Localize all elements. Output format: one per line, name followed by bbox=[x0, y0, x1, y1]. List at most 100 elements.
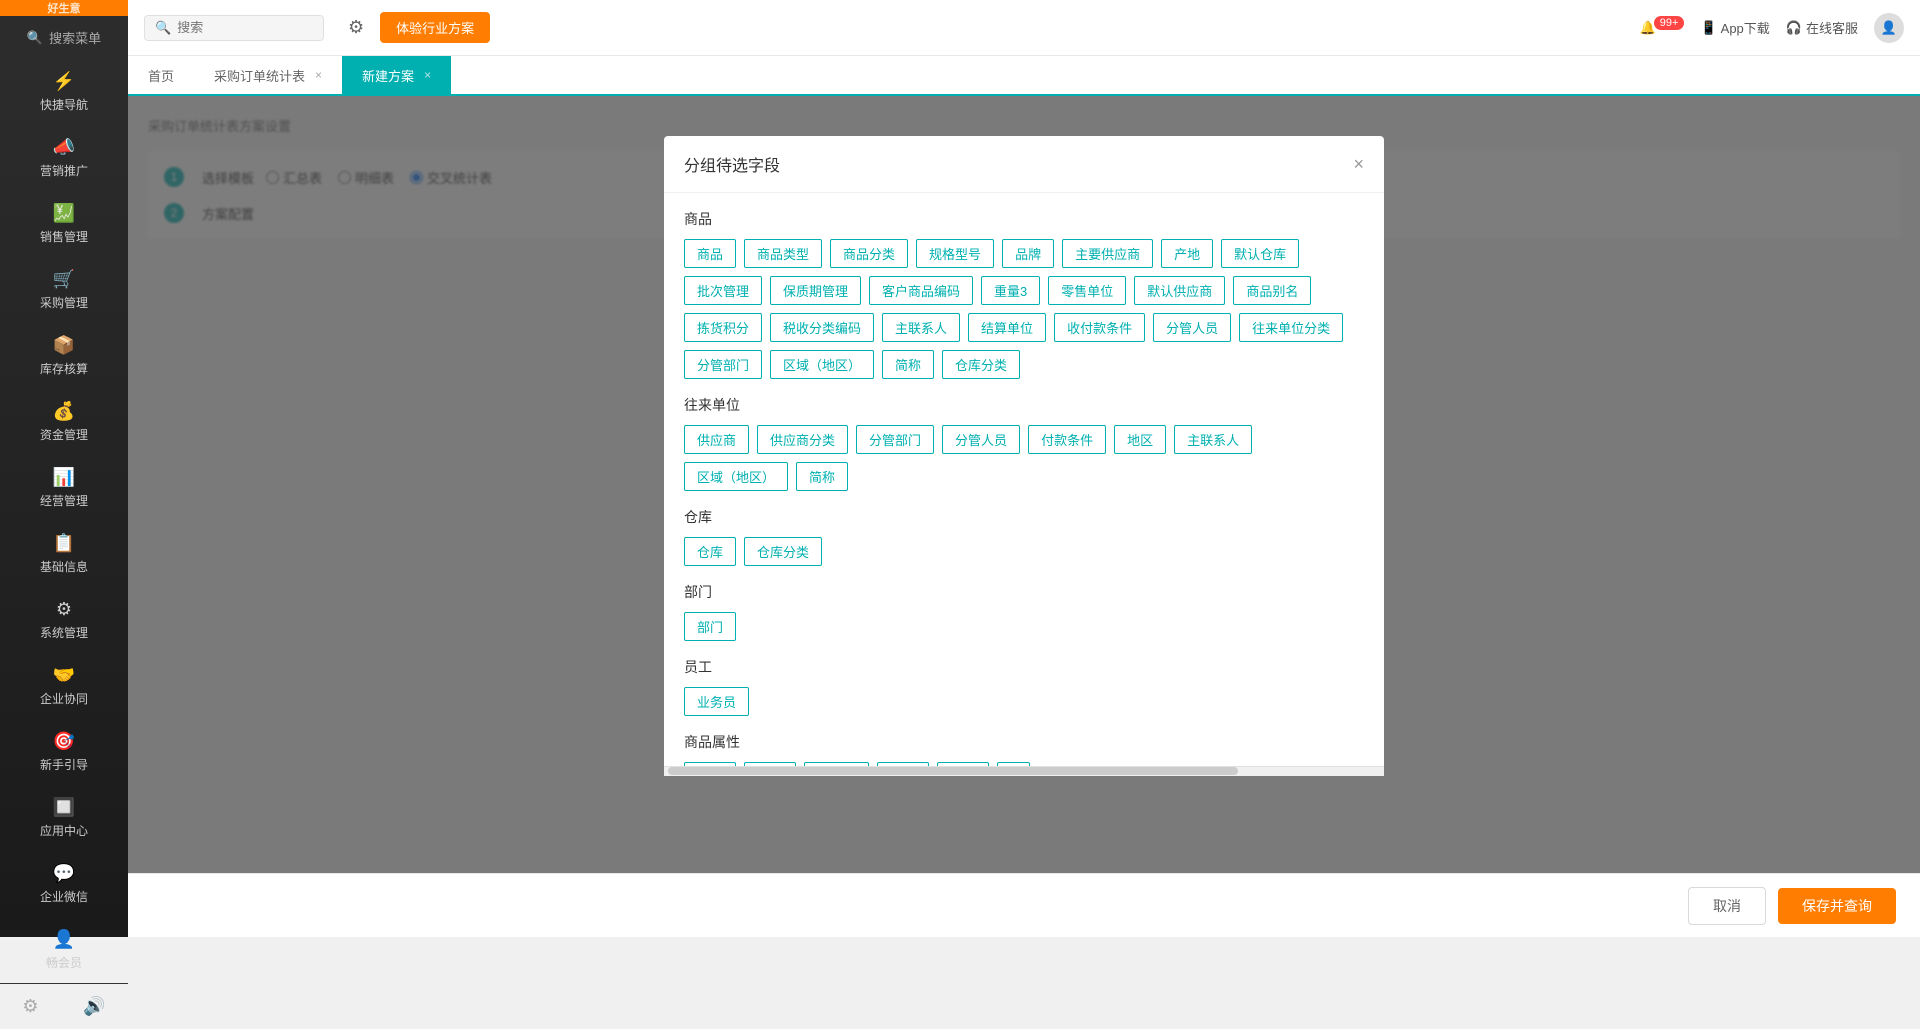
field-tag[interactable]: 区域（地区） bbox=[684, 462, 788, 491]
sidebar-item-finance[interactable]: 💰 资金管理 bbox=[0, 389, 128, 455]
field-tag[interactable]: 付款条件 bbox=[1028, 425, 1106, 454]
sidebar-item-member[interactable]: 👤 畅会员 bbox=[0, 917, 128, 983]
field-tag[interactable]: 仓库分类 bbox=[942, 350, 1020, 379]
sidebar-item-marketing[interactable]: 📣 营销推广 bbox=[0, 125, 128, 191]
inventory-icon: 📦 bbox=[53, 335, 75, 356]
sidebar-item-inventory[interactable]: 📦 库存核算 bbox=[0, 323, 128, 389]
department-field-tags: 部门 bbox=[684, 612, 1364, 641]
field-tag[interactable]: 品牌 bbox=[1002, 239, 1054, 268]
search-input[interactable] bbox=[177, 20, 297, 35]
modal-body[interactable]: 商品 商品 商品类型 商品分类 规格型号 品牌 主要供应商 产地 默认仓库 批次… bbox=[664, 193, 1384, 766]
save-and-query-button[interactable]: 保存并查询 bbox=[1778, 888, 1896, 924]
field-group-product-attrs-title: 商品属性 bbox=[684, 732, 1364, 752]
operations-icon: 📊 bbox=[53, 467, 75, 488]
gear-icon[interactable]: ⚙ bbox=[348, 17, 364, 38]
sidebar-item-label: 系统管理 bbox=[40, 624, 88, 641]
sidebar-item-sales[interactable]: 💹 销售管理 bbox=[0, 191, 128, 257]
field-tag[interactable]: 主联系人 bbox=[882, 313, 960, 342]
field-tag[interactable]: 收付款条件 bbox=[1054, 313, 1145, 342]
field-tag[interactable]: 结算单位 bbox=[968, 313, 1046, 342]
topbar-search-box[interactable]: 🔍 bbox=[144, 15, 324, 41]
employee-field-tags: 业务员 bbox=[684, 687, 1364, 716]
field-tag[interactable]: 重量3 bbox=[981, 276, 1040, 305]
sidebar-item-label: 营销推广 bbox=[40, 162, 88, 179]
field-tag[interactable]: 供应商 bbox=[684, 425, 749, 454]
sidebar-item-operations[interactable]: 📊 经营管理 bbox=[0, 455, 128, 521]
field-tag[interactable]: 地区 bbox=[1114, 425, 1166, 454]
field-tag[interactable]: 税收分类编码 bbox=[770, 313, 874, 342]
field-tag[interactable]: 分管部门 bbox=[684, 350, 762, 379]
field-tag[interactable]: 主联系人 bbox=[1174, 425, 1252, 454]
settings-bottom-icon[interactable]: ⚙ bbox=[22, 996, 38, 1017]
sidebar-item-label: 采购管理 bbox=[40, 294, 88, 311]
sidebar-item-system[interactable]: ⚙ 系统管理 bbox=[0, 587, 128, 653]
field-tag[interactable]: 规格型号 bbox=[916, 239, 994, 268]
sidebar-item-quick-nav[interactable]: ⚡ 快捷导航 bbox=[0, 59, 128, 125]
sidebar-item-wechat[interactable]: 💬 企业微信 bbox=[0, 851, 128, 917]
sidebar-item-label: 快捷导航 bbox=[40, 96, 88, 113]
notification-group[interactable]: 🔔 99+ bbox=[1640, 20, 1685, 36]
field-tag[interactable]: 保质期管理 bbox=[770, 276, 861, 305]
field-tag[interactable]: 主要供应商 bbox=[1062, 239, 1153, 268]
field-tag[interactable]: 简称 bbox=[796, 462, 848, 491]
field-tag[interactable]: 产地 bbox=[1161, 239, 1213, 268]
cancel-button[interactable]: 取消 bbox=[1688, 887, 1766, 925]
field-tag[interactable]: 区域（地区） bbox=[770, 350, 874, 379]
field-selection-modal: 分组待选字段 × 商品 商品 商品类型 商品分类 规格型号 品 bbox=[664, 136, 1384, 776]
tab-new-plan-close[interactable]: × bbox=[424, 68, 431, 82]
tab-purchase-stats-close[interactable]: × bbox=[315, 68, 322, 82]
tab-new-plan[interactable]: 新建方案 × bbox=[342, 56, 451, 95]
tab-home[interactable]: 首页 bbox=[128, 56, 194, 95]
modal-close-button[interactable]: × bbox=[1353, 154, 1364, 175]
sidebar-search-menu[interactable]: 🔍 搜索菜单 bbox=[27, 16, 101, 59]
sales-icon: 💹 bbox=[53, 203, 75, 224]
field-tag[interactable]: 部门 bbox=[684, 612, 736, 641]
field-tag[interactable]: 分管人员 bbox=[942, 425, 1020, 454]
field-tag[interactable]: 商品类型 bbox=[744, 239, 822, 268]
app-download-group[interactable]: 📱 App下载 bbox=[1700, 18, 1769, 37]
sidebar-item-app-center[interactable]: 🔲 应用中心 bbox=[0, 785, 128, 851]
wechat-icon: 💬 bbox=[53, 863, 75, 884]
mobile-icon: 📱 bbox=[1700, 20, 1716, 36]
search-icon: 🔍 bbox=[27, 30, 43, 46]
sidebar-bottom: ⚙ 🔊 bbox=[0, 983, 128, 1029]
field-tag[interactable]: 仓库分类 bbox=[744, 537, 822, 566]
search-menu-label: 搜索菜单 bbox=[49, 28, 101, 47]
logo-main: 好生意 bbox=[48, 0, 81, 16]
tab-purchase-stats[interactable]: 采购订单统计表 × bbox=[194, 56, 342, 95]
content-area: 采购订单统计表方案设置 1 选择模板 汇总表 明细表 交叉统计表 2 方案配置 bbox=[128, 96, 1920, 873]
sidebar-item-collab[interactable]: 🤝 企业协同 bbox=[0, 653, 128, 719]
field-tag[interactable]: 默认仓库 bbox=[1221, 239, 1299, 268]
online-service-group[interactable]: 🎧 在线客服 bbox=[1786, 18, 1858, 37]
sidebar: 好生意 🔍 搜索菜单 ⚡ 快捷导航 📣 营销推广 💹 销售管理 🛒 采购管理 bbox=[0, 0, 128, 937]
field-tag[interactable]: 客户商品编码 bbox=[869, 276, 973, 305]
field-tag[interactable]: 分管人员 bbox=[1153, 313, 1231, 342]
field-tag[interactable]: 默认供应商 bbox=[1134, 276, 1225, 305]
sidebar-item-purchase[interactable]: 🛒 采购管理 bbox=[0, 257, 128, 323]
field-tag[interactable]: 零售单位 bbox=[1048, 276, 1126, 305]
field-tag[interactable]: 批次管理 bbox=[684, 276, 762, 305]
sidebar-item-label: 应用中心 bbox=[40, 822, 88, 839]
field-group-employee: 员工 业务员 bbox=[684, 657, 1364, 716]
member-icon: 👤 bbox=[53, 929, 75, 950]
field-tag[interactable]: 商品分类 bbox=[830, 239, 908, 268]
audio-icon[interactable]: 🔊 bbox=[83, 996, 105, 1017]
experience-btn[interactable]: 体验行业方案 bbox=[380, 12, 490, 43]
field-tag[interactable]: 分管部门 bbox=[856, 425, 934, 454]
sidebar-item-basic-info[interactable]: 📋 基础信息 bbox=[0, 521, 128, 587]
field-tag[interactable]: 拣货积分 bbox=[684, 313, 762, 342]
user-avatar[interactable]: 👤 bbox=[1874, 13, 1904, 43]
field-group-partner: 往来单位 供应商 供应商分类 分管部门 分管人员 付款条件 地区 主联系人 区域… bbox=[684, 395, 1364, 491]
finance-icon: 💰 bbox=[53, 401, 75, 422]
field-tag[interactable]: 商品 bbox=[684, 239, 736, 268]
field-tag[interactable]: 简称 bbox=[882, 350, 934, 379]
field-tag[interactable]: 商品别名 bbox=[1233, 276, 1311, 305]
field-tag[interactable]: 仓库 bbox=[684, 537, 736, 566]
basic-info-icon: 📋 bbox=[53, 533, 75, 554]
sidebar-item-beginner[interactable]: 🎯 新手引导 bbox=[0, 719, 128, 785]
modal-horizontal-scrollbar[interactable] bbox=[664, 766, 1384, 776]
field-tag[interactable]: 业务员 bbox=[684, 687, 749, 716]
field-tag[interactable]: 供应商分类 bbox=[757, 425, 848, 454]
field-tag[interactable]: 往来单位分类 bbox=[1239, 313, 1343, 342]
avatar-icon: 👤 bbox=[1881, 20, 1897, 36]
